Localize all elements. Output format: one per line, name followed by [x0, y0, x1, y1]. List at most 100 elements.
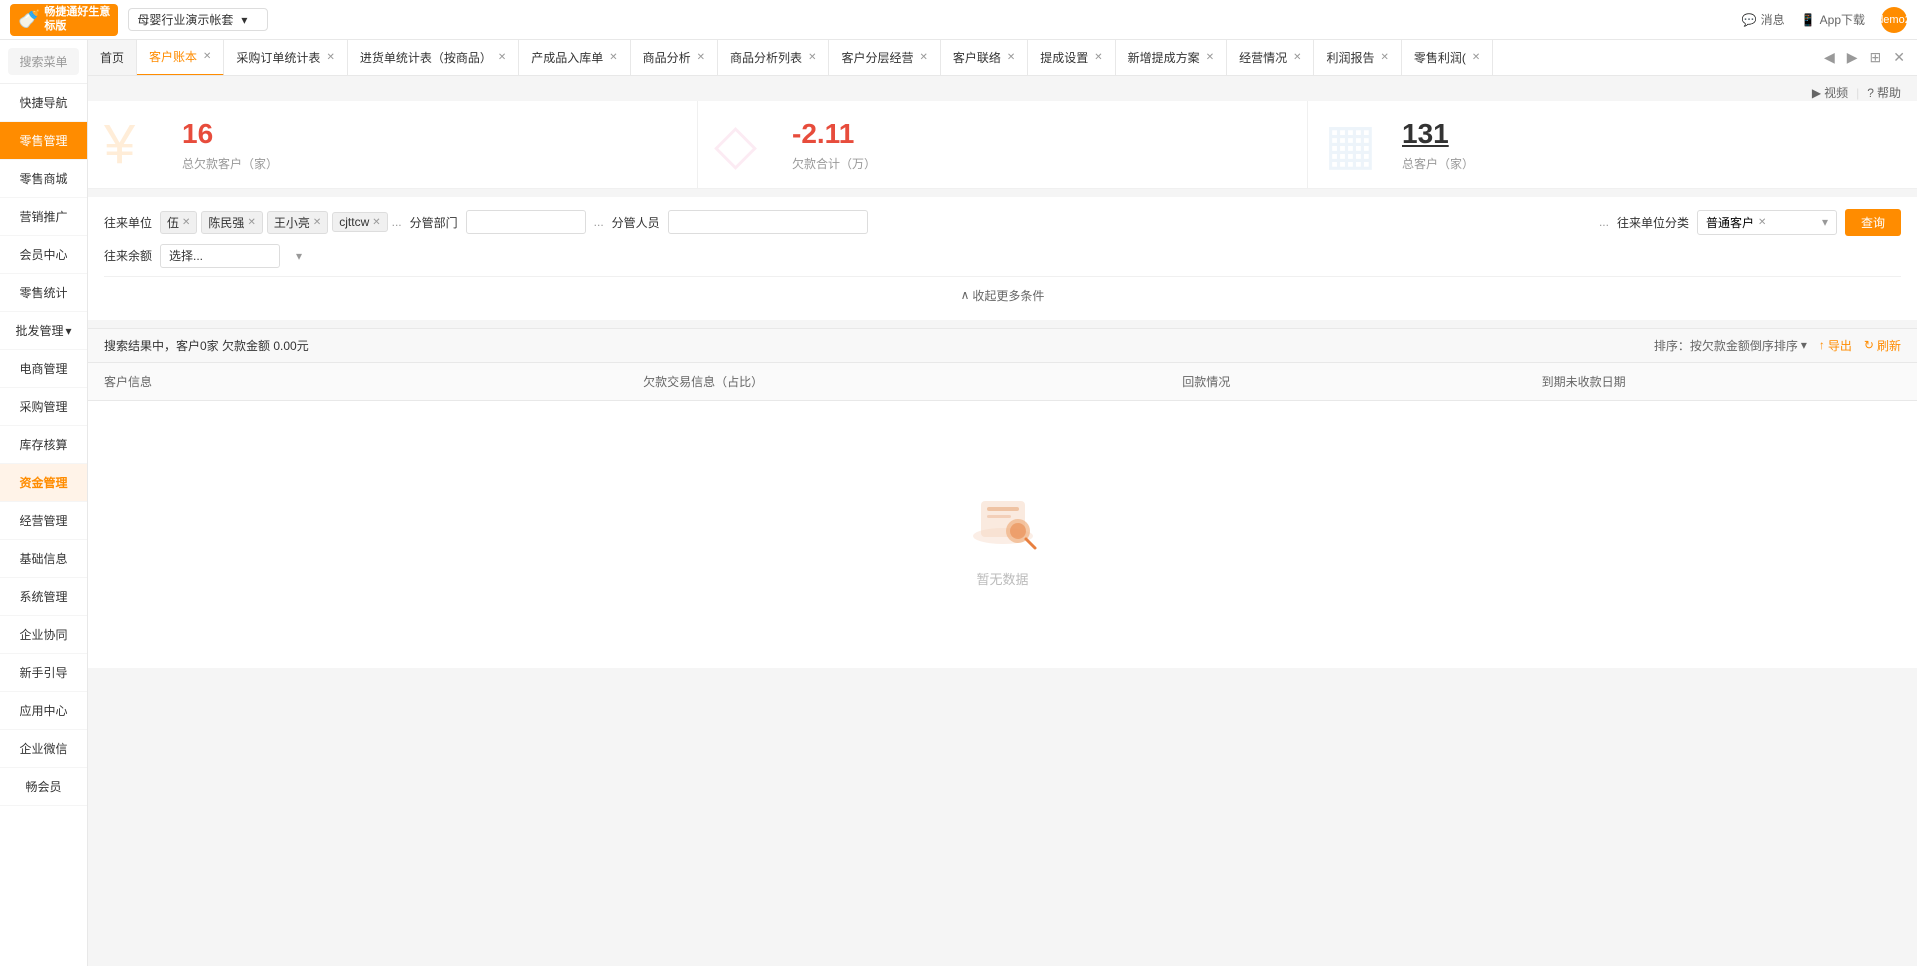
- sidebar-item-wechat[interactable]: 企业微信: [0, 730, 87, 768]
- sidebar-item-ecommerce[interactable]: 电商管理: [0, 350, 87, 388]
- tab-profit-report[interactable]: 利润报告 ✕: [1314, 40, 1401, 76]
- tab-home[interactable]: 首页: [88, 40, 137, 76]
- tab-goods-analysis-list[interactable]: 商品分析列表 ✕: [718, 40, 829, 76]
- person-select[interactable]: [668, 210, 868, 234]
- tab-bar-actions: ◀ ▶ ⊞ ✕: [1812, 47, 1917, 68]
- tag-close-wu[interactable]: ✕: [182, 217, 190, 228]
- sort-btn[interactable]: 排序：按欠款金额倒序排序 ▾: [1654, 337, 1807, 354]
- message-btn[interactable]: 💬 消息: [1742, 11, 1785, 28]
- tab-customer-contact[interactable]: 客户联络 ✕: [941, 40, 1028, 76]
- app-download-btn[interactable]: 📱 App下载: [1801, 11, 1865, 28]
- sidebar-item-finance[interactable]: 资金管理: [0, 464, 87, 502]
- person-more[interactable]: ...: [1599, 215, 1609, 229]
- dept-select[interactable]: [466, 210, 586, 234]
- tab-close-tier[interactable]: ✕: [919, 52, 927, 63]
- overdue-amount-value: -2.11: [792, 117, 854, 151]
- results-actions: 排序：按欠款金额倒序排序 ▾ ↑ 导出 ↻ 刷新: [1654, 337, 1901, 354]
- tag-close-cjttcw[interactable]: ✕: [372, 217, 380, 228]
- sidebar-item-retail-stats[interactable]: 零售统计: [0, 274, 87, 312]
- help-btn[interactable]: ? 帮助: [1867, 84, 1901, 101]
- tab-operations[interactable]: 经营情况 ✕: [1227, 40, 1314, 76]
- sidebar-item-member-center[interactable]: 会员中心: [0, 236, 87, 274]
- tab-new-promotion[interactable]: 新增提成方案 ✕: [1116, 40, 1227, 76]
- tag-close-wang[interactable]: ✕: [313, 217, 321, 228]
- filter-more-tags[interactable]: ...: [392, 215, 402, 229]
- tab-close-contact[interactable]: ✕: [1007, 52, 1015, 63]
- tab-close-customer-book[interactable]: ✕: [203, 51, 211, 62]
- sidebar-item-retail-mgmt[interactable]: 零售管理: [0, 122, 87, 160]
- sidebar-item-newbie[interactable]: 新手引导: [0, 654, 87, 692]
- tab-tier-label: 客户分层经营: [841, 49, 913, 66]
- sidebar-item-app-center[interactable]: 应用中心: [0, 692, 87, 730]
- refresh-label: 刷新: [1877, 337, 1901, 354]
- sidebar-item-inventory[interactable]: 库存核算: [0, 426, 87, 464]
- sidebar-item-basic-info[interactable]: 基础信息: [0, 540, 87, 578]
- person-label: 分管人员: [612, 214, 660, 231]
- tab-ops-label: 经营情况: [1239, 49, 1287, 66]
- tab-close-purchase[interactable]: ✕: [326, 52, 334, 63]
- balance-select[interactable]: 选择...: [160, 244, 280, 268]
- sidebar-item-purchase[interactable]: 采购管理: [0, 388, 87, 426]
- filter-tags: 伍 ✕ 陈民强 ✕ 王小亮 ✕ cjttcw ✕: [160, 211, 402, 234]
- tab-next-btn[interactable]: ▶: [1843, 47, 1862, 68]
- sidebar-item-wholesale[interactable]: 批发管理 ▾: [0, 312, 87, 350]
- filter-row-1: 往来单位 伍 ✕ 陈民强 ✕ 王小亮 ✕: [104, 209, 1901, 236]
- export-icon: ↑: [1819, 338, 1825, 352]
- total-customers-value: 131: [1402, 117, 1449, 151]
- tab-close-all-btn[interactable]: ✕: [1889, 47, 1909, 68]
- stat-overdue-amount: ◇ -2.11 欠款合计（万）: [698, 101, 1308, 188]
- table-header: 客户信息 欠款交易信息（占比） 回款情况 到期未收款日期: [88, 363, 1917, 401]
- tab-retail-label: 零售利润(: [1414, 49, 1466, 66]
- video-btn[interactable]: ▶ 视频: [1812, 84, 1848, 101]
- unit-class-close[interactable]: ✕: [1758, 217, 1766, 228]
- tab-expand-btn[interactable]: ⊞: [1866, 47, 1886, 68]
- sidebar-item-retail-store[interactable]: 零售商城: [0, 160, 87, 198]
- demo-select[interactable]: 母婴行业演示帐套 ▾: [128, 8, 268, 31]
- tab-close-promo[interactable]: ✕: [1094, 52, 1102, 63]
- tab-purchase-order[interactable]: 采购订单统计表 ✕: [224, 40, 347, 76]
- tab-goods-analysis[interactable]: 商品分析 ✕: [631, 40, 718, 76]
- tab-product-inbound[interactable]: 产成品入库单 ✕: [519, 40, 630, 76]
- export-btn[interactable]: ↑ 导出: [1819, 337, 1852, 354]
- unit-class-chevron: ▾: [1822, 215, 1828, 229]
- dept-more[interactable]: ...: [594, 215, 604, 229]
- tab-retail-profit[interactable]: 零售利润( ✕: [1402, 40, 1493, 76]
- tab-close-analysis-list[interactable]: ✕: [808, 52, 816, 63]
- refresh-btn[interactable]: ↻ 刷新: [1864, 337, 1901, 354]
- balance-chevron: ▾: [296, 249, 302, 263]
- tab-close-profit[interactable]: ✕: [1381, 52, 1389, 63]
- sidebar-item-operations[interactable]: 经营管理: [0, 502, 87, 540]
- filter-tag-chen: 陈民强 ✕: [201, 211, 262, 234]
- collapse-icon: ∧: [961, 288, 970, 302]
- tab-purchase-label: 采购订单统计表: [236, 49, 320, 66]
- query-btn[interactable]: 查询: [1845, 209, 1901, 236]
- tab-customer-book[interactable]: 客户账本 ✕: [137, 40, 224, 76]
- collapse-btn[interactable]: ∧ 收起更多条件: [949, 283, 1057, 308]
- unit-class-select[interactable]: 普通客户 ✕ ▾: [1697, 210, 1837, 235]
- sidebar-item-system[interactable]: 系统管理: [0, 578, 87, 616]
- tab-close-product[interactable]: ✕: [609, 52, 617, 63]
- sidebar-item-enterprise-coop[interactable]: 企业协同: [0, 616, 87, 654]
- avatar[interactable]: demo2: [1881, 7, 1907, 33]
- logo-icon: 🍼: [18, 9, 40, 30]
- content-area: 首页 客户账本 ✕ 采购订单统计表 ✕ 进货单统计表（按商品） ✕ 产成品入库单…: [88, 40, 1917, 966]
- tab-close-goods[interactable]: ✕: [498, 52, 506, 63]
- tab-promotion-settings[interactable]: 提成设置 ✕: [1028, 40, 1115, 76]
- tab-close-ops[interactable]: ✕: [1293, 52, 1301, 63]
- filter-bar: 往来单位 伍 ✕ 陈民强 ✕ 王小亮 ✕: [88, 197, 1917, 320]
- sidebar-item-marketing[interactable]: 营销推广: [0, 198, 87, 236]
- tab-close-new-promo[interactable]: ✕: [1206, 52, 1214, 63]
- sidebar-item-member[interactable]: 畅会员: [0, 768, 87, 806]
- person-select-wrapper: [668, 210, 1591, 234]
- col-repayment: 回款情况: [1182, 373, 1541, 390]
- tab-close-analysis[interactable]: ✕: [697, 52, 705, 63]
- sidebar-item-quick-nav[interactable]: 快捷导航: [0, 84, 87, 122]
- filter-tag-wang: 王小亮 ✕: [267, 211, 328, 234]
- search-menu-btn[interactable]: 搜索菜单: [8, 48, 79, 75]
- tab-goods-inbound[interactable]: 进货单统计表（按商品） ✕: [348, 40, 519, 76]
- tab-customer-tier[interactable]: 客户分层经营 ✕: [829, 40, 940, 76]
- tab-prev-btn[interactable]: ◀: [1820, 47, 1839, 68]
- tab-analysis-list-label: 商品分析列表: [730, 49, 802, 66]
- tag-close-chen[interactable]: ✕: [247, 217, 255, 228]
- tab-close-retail[interactable]: ✕: [1472, 52, 1480, 63]
